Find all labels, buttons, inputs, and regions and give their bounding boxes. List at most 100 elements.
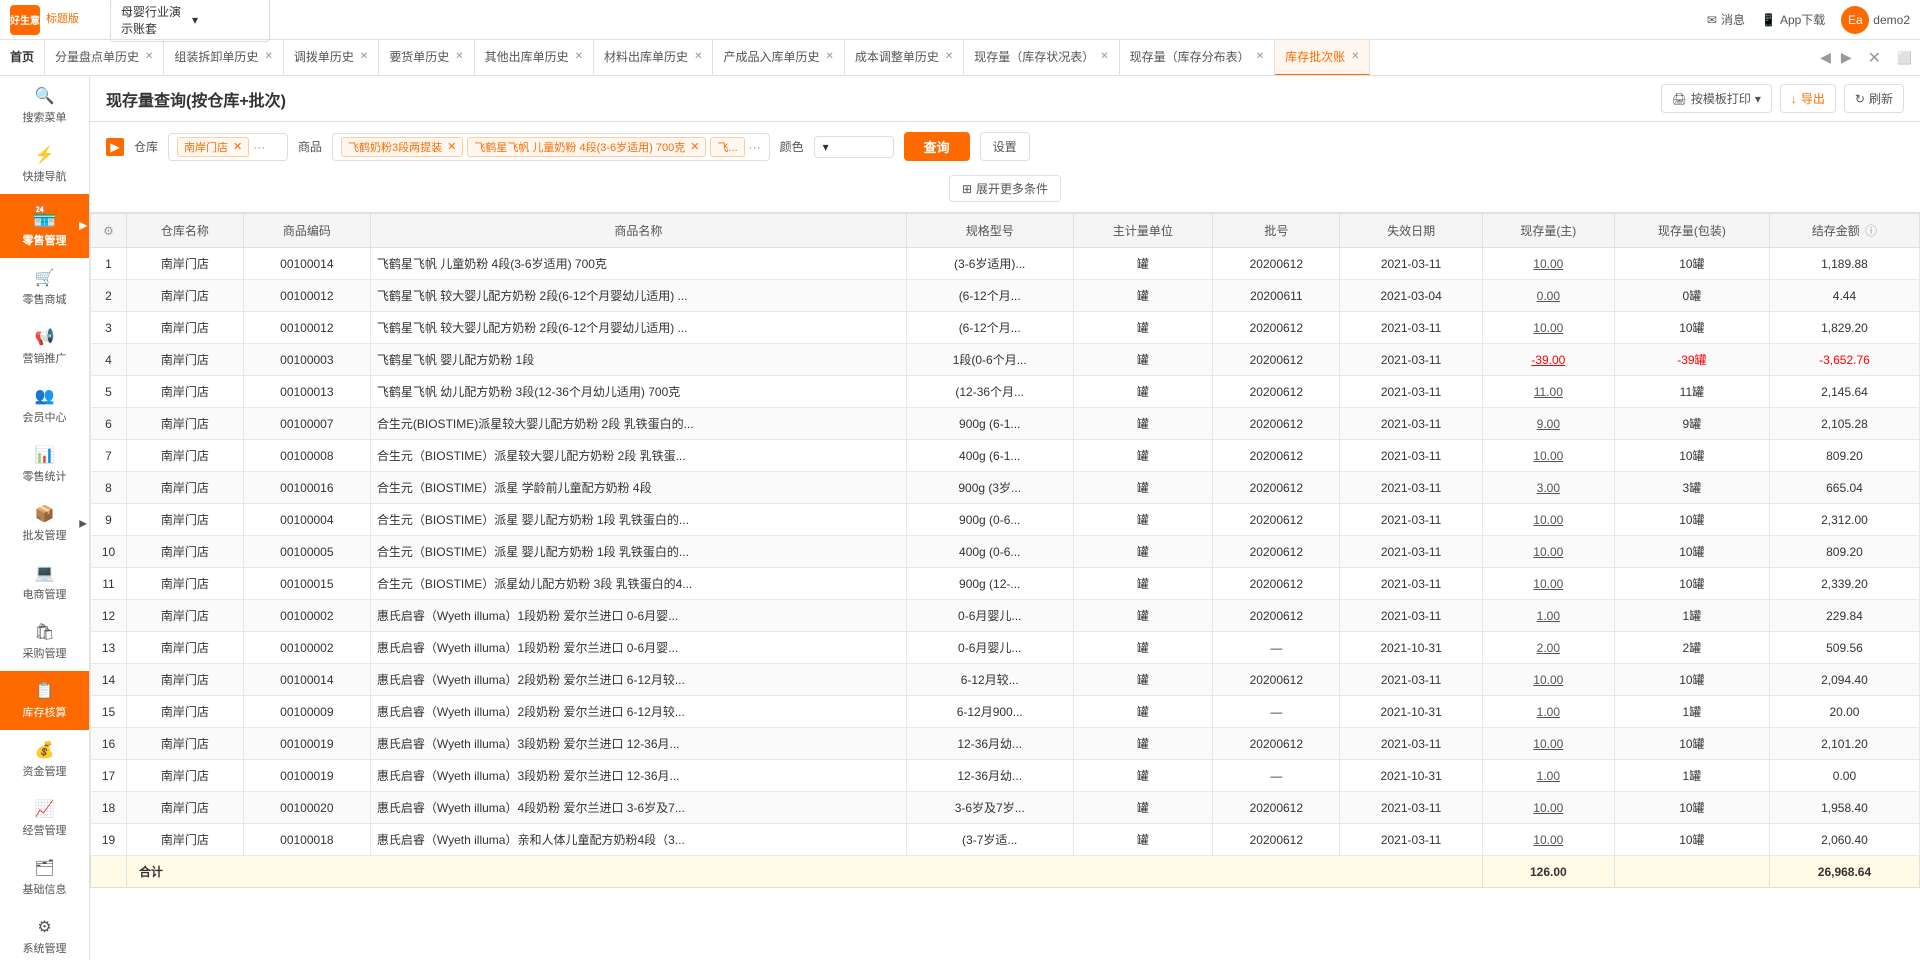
- tab-transfer[interactable]: 调拨单历史 ✕: [284, 40, 379, 76]
- product-tag-1[interactable]: 飞鹤奶粉3段两提装 ✕: [341, 137, 463, 157]
- sidebar-item-retail[interactable]: 🏪 零售管理 ▶: [0, 194, 89, 258]
- td-stock-main[interactable]: 10.00: [1482, 440, 1614, 472]
- product-filter-group[interactable]: 飞鹤奶粉3段两提装 ✕ 飞鹤星飞帆 儿童奶粉 4段(3-6岁适用) 700克 ✕…: [332, 133, 770, 161]
- td-stock-main[interactable]: 1.00: [1482, 600, 1614, 632]
- td-stock-main[interactable]: 10.00: [1482, 568, 1614, 600]
- td-stock-main[interactable]: 10.00: [1482, 728, 1614, 760]
- column-settings-icon[interactable]: ⚙: [103, 224, 114, 238]
- td-stock-main[interactable]: 10.00: [1482, 312, 1614, 344]
- td-stock-main[interactable]: 10.00: [1482, 504, 1614, 536]
- sidebar-item-purchase[interactable]: 🛍 采购管理: [0, 612, 89, 671]
- user-area[interactable]: Ea demo2: [1841, 6, 1910, 34]
- message-btn[interactable]: ✉ 消息: [1707, 11, 1745, 28]
- warehouse-tag[interactable]: 南岸门店 ✕: [177, 137, 249, 157]
- td-stock-main[interactable]: 9.00: [1482, 408, 1614, 440]
- amount-info-icon[interactable]: ⓘ: [1865, 224, 1877, 238]
- td-expire: 2021-03-11: [1340, 728, 1482, 760]
- table-wrapper[interactable]: ⚙ 仓库名称 商品编码 商品名称 规格型号 主计量单位 批号 失效日期 现存量(…: [90, 213, 1920, 960]
- tab-disassemble-close[interactable]: ✕: [264, 51, 272, 62]
- td-stock-main[interactable]: 10.00: [1482, 824, 1614, 856]
- tab-cost-adjust-label: 成本调整单历史: [855, 48, 939, 65]
- tab-stock-dist-close[interactable]: ✕: [1256, 51, 1264, 62]
- tab-home[interactable]: 首页: [0, 40, 45, 76]
- tab-product-in[interactable]: 产成品入库单历史 ✕: [713, 40, 844, 76]
- expand-more-btn[interactable]: ⊞ 展开更多条件: [949, 175, 1061, 202]
- tab-stock-status[interactable]: 现存量（库存状况表） ✕: [964, 40, 1119, 76]
- workspace-select[interactable]: 母婴行业演示账套 ▾: [110, 0, 270, 42]
- warehouse-more[interactable]: ···: [253, 140, 265, 154]
- settings-button[interactable]: 设置: [980, 132, 1030, 161]
- maximize-btn[interactable]: ⬜: [1889, 51, 1920, 65]
- tab-prev-arrow[interactable]: ◀: [1816, 47, 1835, 68]
- tab-other-out-close[interactable]: ✕: [575, 51, 583, 62]
- td-stock-pkg: 10罐: [1614, 792, 1769, 824]
- product-tag-2-close[interactable]: ✕: [690, 140, 699, 153]
- tab-batch-account[interactable]: 库存批次账 ✕: [1275, 40, 1370, 76]
- sidebar-item-ecommerce[interactable]: 💻 电商管理: [0, 553, 89, 612]
- sidebar-item-inventory[interactable]: 📋 库存核算: [0, 671, 89, 730]
- sidebar-item-retail-shop[interactable]: 🛒 零售商城: [0, 258, 89, 317]
- product-more[interactable]: ···: [749, 140, 761, 154]
- td-stock-main[interactable]: 10.00: [1482, 664, 1614, 696]
- purchase-icon: 🛍: [34, 622, 54, 642]
- warehouse-filter-group[interactable]: 南岸门店 ✕ ···: [168, 133, 288, 161]
- search-button[interactable]: 查询: [904, 132, 970, 161]
- td-stock-main[interactable]: 1.00: [1482, 696, 1614, 728]
- product-tag-2[interactable]: 飞鹤星飞帆 儿童奶粉 4段(3-6岁适用) 700克 ✕: [467, 137, 706, 157]
- tab-other-out[interactable]: 其他出库单历史 ✕: [475, 40, 594, 76]
- sidebar-item-finance[interactable]: 💰 资金管理: [0, 730, 89, 789]
- td-stock-main[interactable]: 0.00: [1482, 280, 1614, 312]
- td-amount: 509.56: [1769, 632, 1919, 664]
- tab-product-in-close[interactable]: ✕: [825, 51, 833, 62]
- td-code: 00100002: [243, 632, 370, 664]
- export-button[interactable]: ↓ 导出: [1780, 84, 1836, 113]
- sidebar-item-basic[interactable]: 🗂 基础信息: [0, 848, 89, 907]
- tab-cost-adjust[interactable]: 成本调整单历史 ✕: [845, 40, 964, 76]
- tab-cost-adjust-close[interactable]: ✕: [945, 51, 953, 62]
- app-download-btn[interactable]: 📱 App下载: [1761, 11, 1825, 28]
- inventory-icon: 📋: [35, 681, 55, 701]
- tab-split-disc[interactable]: 分量盘点单历史 ✕: [45, 40, 164, 76]
- product-tag-more[interactable]: 飞...: [710, 137, 744, 157]
- search-icon: 🔍: [35, 86, 55, 106]
- warehouse-tag-close[interactable]: ✕: [233, 140, 242, 153]
- sidebar-item-member[interactable]: 👥 会员中心: [0, 376, 89, 435]
- td-stock-pkg: 1罐: [1614, 696, 1769, 728]
- td-stock-main[interactable]: 10.00: [1482, 792, 1614, 824]
- tab-require[interactable]: 要货单历史 ✕: [379, 40, 474, 76]
- sidebar-item-retail-stats[interactable]: 📊 零售统计: [0, 435, 89, 494]
- tab-stock-status-close[interactable]: ✕: [1100, 51, 1108, 62]
- sidebar-item-marketing[interactable]: 📢 营销推广: [0, 317, 89, 376]
- td-amount: 2,094.40: [1769, 664, 1919, 696]
- tab-split-disc-close[interactable]: ✕: [145, 51, 153, 62]
- sidebar-item-wholesale[interactable]: 📦 批发管理 ▶: [0, 494, 89, 553]
- close-all-tabs[interactable]: ✕: [1860, 48, 1889, 68]
- print-button[interactable]: 🖨 按模板打印 ▾: [1661, 84, 1772, 113]
- sidebar-item-shortcut[interactable]: ⚡ 快捷导航: [0, 135, 89, 194]
- product-tag-1-text: 飞鹤奶粉3段两提装: [348, 139, 442, 155]
- tab-batch-account-close[interactable]: ✕: [1351, 51, 1359, 62]
- td-stock-main[interactable]: 2.00: [1482, 632, 1614, 664]
- td-stock-main[interactable]: 3.00: [1482, 472, 1614, 504]
- tab-disassemble[interactable]: 组装拆卸单历史 ✕: [164, 40, 283, 76]
- td-spec: (6-12个月...: [906, 280, 1073, 312]
- refresh-button[interactable]: ↻ 刷新: [1844, 84, 1904, 113]
- tab-next-arrow[interactable]: ▶: [1837, 47, 1856, 68]
- retail-icon: 🏪: [32, 204, 57, 229]
- td-stock-main[interactable]: 11.00: [1482, 376, 1614, 408]
- expand-filter-btn[interactable]: ▶: [106, 138, 124, 156]
- sidebar-item-search[interactable]: 🔍 搜索菜单: [0, 76, 89, 135]
- tab-stock-dist[interactable]: 现存量（库存分布表） ✕: [1120, 40, 1275, 76]
- product-tag-1-close[interactable]: ✕: [447, 140, 456, 153]
- color-filter-group[interactable]: ▾: [814, 136, 894, 158]
- td-stock-main[interactable]: 10.00: [1482, 248, 1614, 280]
- td-stock-main[interactable]: -39.00: [1482, 344, 1614, 376]
- sidebar-item-system[interactable]: ⚙ 系统管理: [0, 907, 89, 960]
- td-stock-main[interactable]: 1.00: [1482, 760, 1614, 792]
- td-stock-main[interactable]: 10.00: [1482, 536, 1614, 568]
- tab-transfer-close[interactable]: ✕: [360, 51, 368, 62]
- tab-material-out-close[interactable]: ✕: [694, 51, 702, 62]
- sidebar-item-biz[interactable]: 📈 经营管理: [0, 789, 89, 848]
- tab-require-close[interactable]: ✕: [455, 51, 463, 62]
- tab-material-out[interactable]: 材料出库单历史 ✕: [594, 40, 713, 76]
